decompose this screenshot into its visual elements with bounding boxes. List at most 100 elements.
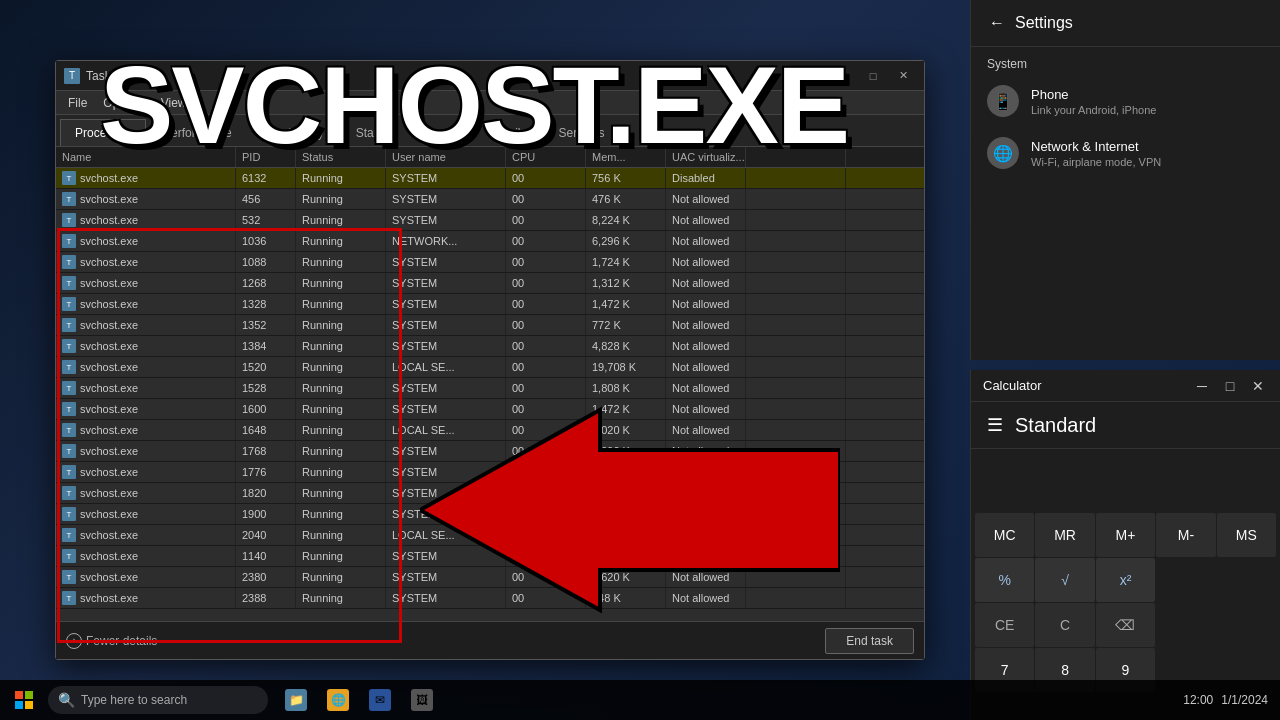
cell-name: T svchost.exe [56,357,236,377]
taskbar-search[interactable]: 🔍 Type here to search [48,686,268,714]
table-row[interactable]: T svchost.exe 532 Running SYSTEM 00 8,22… [56,210,924,231]
settings-header: ← Settings [971,0,1280,47]
tab-app-history[interactable]: App history [249,119,339,146]
tab-performance[interactable]: Performance [148,119,247,146]
cell-mem: 1,620 K [586,567,666,587]
table-row[interactable]: T svchost.exe 1768 Running SYSTEM 00 1,0… [56,441,924,462]
tab-processes[interactable]: Processes [60,119,146,146]
table-row[interactable]: T svchost.exe 1776 Running SYSTEM 00 — N… [56,462,924,483]
cell-extra [746,378,846,398]
table-row[interactable]: T svchost.exe 2040 Running LOCAL SE... 0… [56,525,924,546]
table-row[interactable]: T svchost.exe 6132 Running SYSTEM 00 756… [56,168,924,189]
calc-button-c[interactable]: C [1035,603,1094,647]
table-row[interactable]: T svchost.exe 1600 Running SYSTEM 00 1,4… [56,399,924,420]
calc-button-ms[interactable]: MS [1217,513,1276,557]
cell-status: Running [296,273,386,293]
calc-close-button[interactable]: ✕ [1244,372,1272,400]
calc-button-mr[interactable]: MR [1035,513,1094,557]
settings-item-network[interactable]: 🌐 Network & Internet Wi-Fi, airplane mod… [971,127,1280,179]
calc-button-[interactable] [1156,558,1215,602]
cell-name: T svchost.exe [56,273,236,293]
calc-button-[interactable] [1217,603,1276,647]
start-button[interactable] [4,680,44,720]
menu-file[interactable]: File [60,94,95,112]
cell-cpu: 00 [506,357,586,377]
cell-cpu: 00 [506,420,586,440]
cell-name: T svchost.exe [56,420,236,440]
calc-button-x-[interactable]: x² [1096,558,1155,602]
col-name[interactable]: Name [56,147,236,167]
settings-back-button[interactable]: ← [987,12,1007,34]
taskbar-app-3[interactable]: ✉ [360,680,400,720]
calc-button--[interactable]: √ [1035,558,1094,602]
tab-startup[interactable]: Startup [341,119,410,146]
calc-minimize-button[interactable]: ─ [1188,372,1216,400]
col-cpu[interactable]: CPU [506,147,586,167]
col-uac[interactable]: UAC virtualiz... [666,147,746,167]
table-row[interactable]: T svchost.exe 1900 Running SYSTEM 00 — N… [56,504,924,525]
table-row[interactable]: T svchost.exe 1328 Running SYSTEM 00 1,4… [56,294,924,315]
table-row[interactable]: T svchost.exe 1648 Running LOCAL SE... 0… [56,420,924,441]
cell-name: T svchost.exe [56,294,236,314]
cell-name: T svchost.exe [56,252,236,272]
process-icon: T [62,318,76,332]
calc-button-m-[interactable]: M- [1156,513,1215,557]
col-username[interactable]: User name [386,147,506,167]
col-status[interactable]: Status [296,147,386,167]
settings-item-phone[interactable]: 📱 Phone Link your Android, iPhone [971,75,1280,127]
calc-maximize-button[interactable]: □ [1216,372,1244,400]
tab-details[interactable]: Details [475,119,542,146]
cell-uac: Not allowed [666,420,746,440]
table-row[interactable]: T svchost.exe 1520 Running LOCAL SE... 0… [56,357,924,378]
table-row[interactable]: T svchost.exe 1268 Running SYSTEM 00 1,3… [56,273,924,294]
fewer-details-button[interactable]: ▲ Fewer details [66,633,157,649]
cell-status: Running [296,357,386,377]
close-button[interactable]: ✕ [890,67,916,85]
settings-phone-info: Phone Link your Android, iPhone [1031,87,1264,116]
table-row[interactable]: T svchost.exe 1820 Running SYSTEM 00 — N… [56,483,924,504]
table-row[interactable]: T svchost.exe 1036 Running NETWORK... 00… [56,231,924,252]
table-row[interactable]: T svchost.exe 1352 Running SYSTEM 00 772… [56,315,924,336]
taskbar-app-4[interactable]: 🖼 [402,680,442,720]
cell-name: T svchost.exe [56,567,236,587]
calc-button-[interactable] [1217,558,1276,602]
col-pid[interactable]: PID [236,147,296,167]
cell-extra [746,336,846,356]
calculator-menu-icon[interactable]: ☰ [983,410,1007,440]
col-mem[interactable]: Mem... [586,147,666,167]
table-row[interactable]: T svchost.exe 1528 Running SYSTEM 00 1,8… [56,378,924,399]
table-row[interactable]: T svchost.exe 1088 Running SYSTEM 00 1,7… [56,252,924,273]
minimize-button[interactable]: ─ [830,67,856,85]
table-row[interactable]: T svchost.exe 456 Running SYSTEM 00 476 … [56,189,924,210]
process-table-body[interactable]: T svchost.exe 6132 Running SYSTEM 00 756… [56,168,924,621]
taskbar-app-1[interactable]: 📁 [276,680,316,720]
process-icon: T [62,297,76,311]
table-row[interactable]: T svchost.exe 1140 Running SYSTEM 00 — N… [56,546,924,567]
calc-button-mc[interactable]: MC [975,513,1034,557]
cell-uac: Not allowed [666,315,746,335]
menu-view[interactable]: View [153,94,195,112]
cell-uac: Not allowed [666,525,746,545]
cell-user: LOCAL SE... [386,525,506,545]
maximize-button[interactable]: □ [860,67,886,85]
calc-button-m-[interactable]: M+ [1096,513,1155,557]
cell-extra [746,525,846,545]
cell-pid: 1140 [236,546,296,566]
calc-button--[interactable]: ⌫ [1096,603,1155,647]
table-row[interactable]: T svchost.exe 1384 Running SYSTEM 00 4,8… [56,336,924,357]
table-row[interactable]: T svchost.exe 2388 Running SYSTEM 00 648… [56,588,924,609]
calc-button-[interactable] [1156,603,1215,647]
end-task-button[interactable]: End task [825,628,914,654]
taskbar-app-2[interactable]: 🌐 [318,680,358,720]
process-icon: T [62,213,76,227]
cell-user: SYSTEM [386,294,506,314]
calc-button--[interactable]: % [975,558,1034,602]
menu-options[interactable]: Options [95,94,152,112]
cell-name: T svchost.exe [56,588,236,608]
cell-status: Running [296,483,386,503]
tab-users[interactable]: Users [411,119,472,146]
calculator-titlebar: Calculator ─ □ ✕ [971,370,1280,402]
tab-services[interactable]: Services [544,119,620,146]
table-row[interactable]: T svchost.exe 2380 Running SYSTEM 00 1,6… [56,567,924,588]
calc-button-ce[interactable]: CE [975,603,1034,647]
